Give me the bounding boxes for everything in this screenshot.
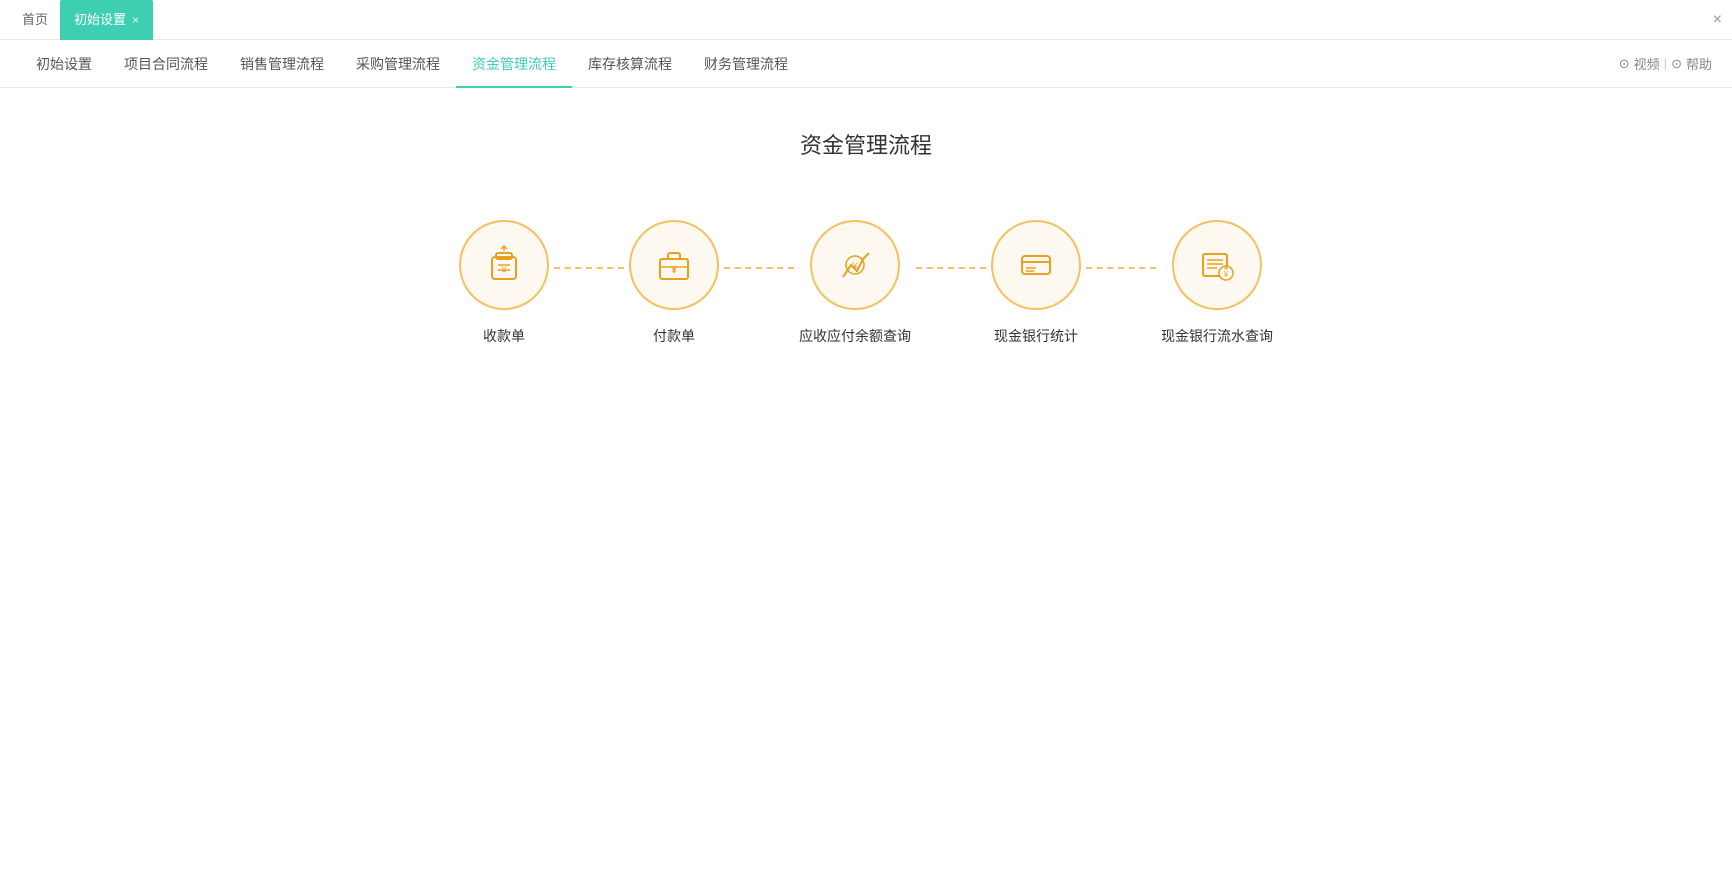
active-tab-label: 初始设置	[74, 0, 126, 40]
step-bank-stats: 现金银行统计	[991, 220, 1081, 346]
balance-icon: ¥	[833, 243, 877, 287]
nav-item-finance[interactable]: 财务管理流程	[688, 40, 804, 88]
step-receipt-circle[interactable]: ¥	[459, 220, 549, 310]
nav-item-contract[interactable]: 项目合同流程	[108, 40, 224, 88]
connector-1	[549, 267, 629, 269]
nav-item-sales[interactable]: 销售管理流程	[224, 40, 340, 88]
step-balance: ¥ 应收应付余额查询	[799, 220, 911, 346]
step-bank-flow-label: 现金银行流水查询	[1161, 326, 1273, 346]
step-receipt-label: 收款单	[483, 326, 525, 346]
connector-3	[911, 267, 991, 269]
step-balance-label: 应收应付余额查询	[799, 326, 911, 346]
top-bar: 首页 初始设置 × ×	[0, 0, 1732, 40]
window-close-button[interactable]: ×	[1713, 11, 1722, 29]
nav-item-purchase[interactable]: 采购管理流程	[340, 40, 456, 88]
tab-close-icon[interactable]: ×	[132, 0, 139, 40]
main-content: 资金管理流程 ¥ 收款单	[0, 88, 1732, 386]
help-circle-icon: ⊙	[1671, 56, 1682, 72]
nav-item-initial[interactable]: 初始设置	[20, 40, 108, 88]
step-payment-circle[interactable]: ¥	[629, 220, 719, 310]
bank-stats-icon	[1014, 243, 1058, 287]
nav-item-funds[interactable]: 资金管理流程	[456, 40, 572, 88]
step-balance-circle[interactable]: ¥	[810, 220, 900, 310]
bank-flow-icon: ¥	[1195, 243, 1239, 287]
svg-text:¥: ¥	[1223, 270, 1229, 279]
page-title: 资金管理流程	[800, 128, 932, 160]
step-bank-flow: ¥ 现金银行流水查询	[1161, 220, 1273, 346]
flow-steps: ¥ 收款单 ¥ 付款单	[459, 220, 1273, 346]
active-tab[interactable]: 初始设置 ×	[60, 0, 153, 40]
step-payment-label: 付款单	[653, 326, 695, 346]
nav-bar: 初始设置 项目合同流程 销售管理流程 采购管理流程 资金管理流程 库存核算流程 …	[0, 40, 1732, 88]
step-bank-stats-label: 现金银行统计	[994, 326, 1078, 346]
receipt-icon: ¥	[482, 243, 526, 287]
nav-item-inventory[interactable]: 库存核算流程	[572, 40, 688, 88]
connector-4	[1081, 267, 1161, 269]
svg-text:¥: ¥	[500, 265, 507, 275]
nav-divider: |	[1664, 56, 1667, 71]
step-receipt: ¥ 收款单	[459, 220, 549, 346]
step-payment: ¥ 付款单	[629, 220, 719, 346]
video-circle-icon: ⊙	[1619, 56, 1630, 72]
payment-icon: ¥	[652, 243, 696, 287]
home-tab[interactable]: 首页	[10, 0, 60, 40]
nav-right: ⊙ 视频 | ⊙ 帮助	[1619, 54, 1712, 73]
help-link[interactable]: 帮助	[1686, 54, 1712, 73]
step-bank-stats-circle[interactable]	[991, 220, 1081, 310]
connector-2	[719, 267, 799, 269]
video-link[interactable]: 视频	[1634, 54, 1660, 73]
svg-text:¥: ¥	[851, 261, 858, 271]
step-bank-flow-circle[interactable]: ¥	[1172, 220, 1262, 310]
